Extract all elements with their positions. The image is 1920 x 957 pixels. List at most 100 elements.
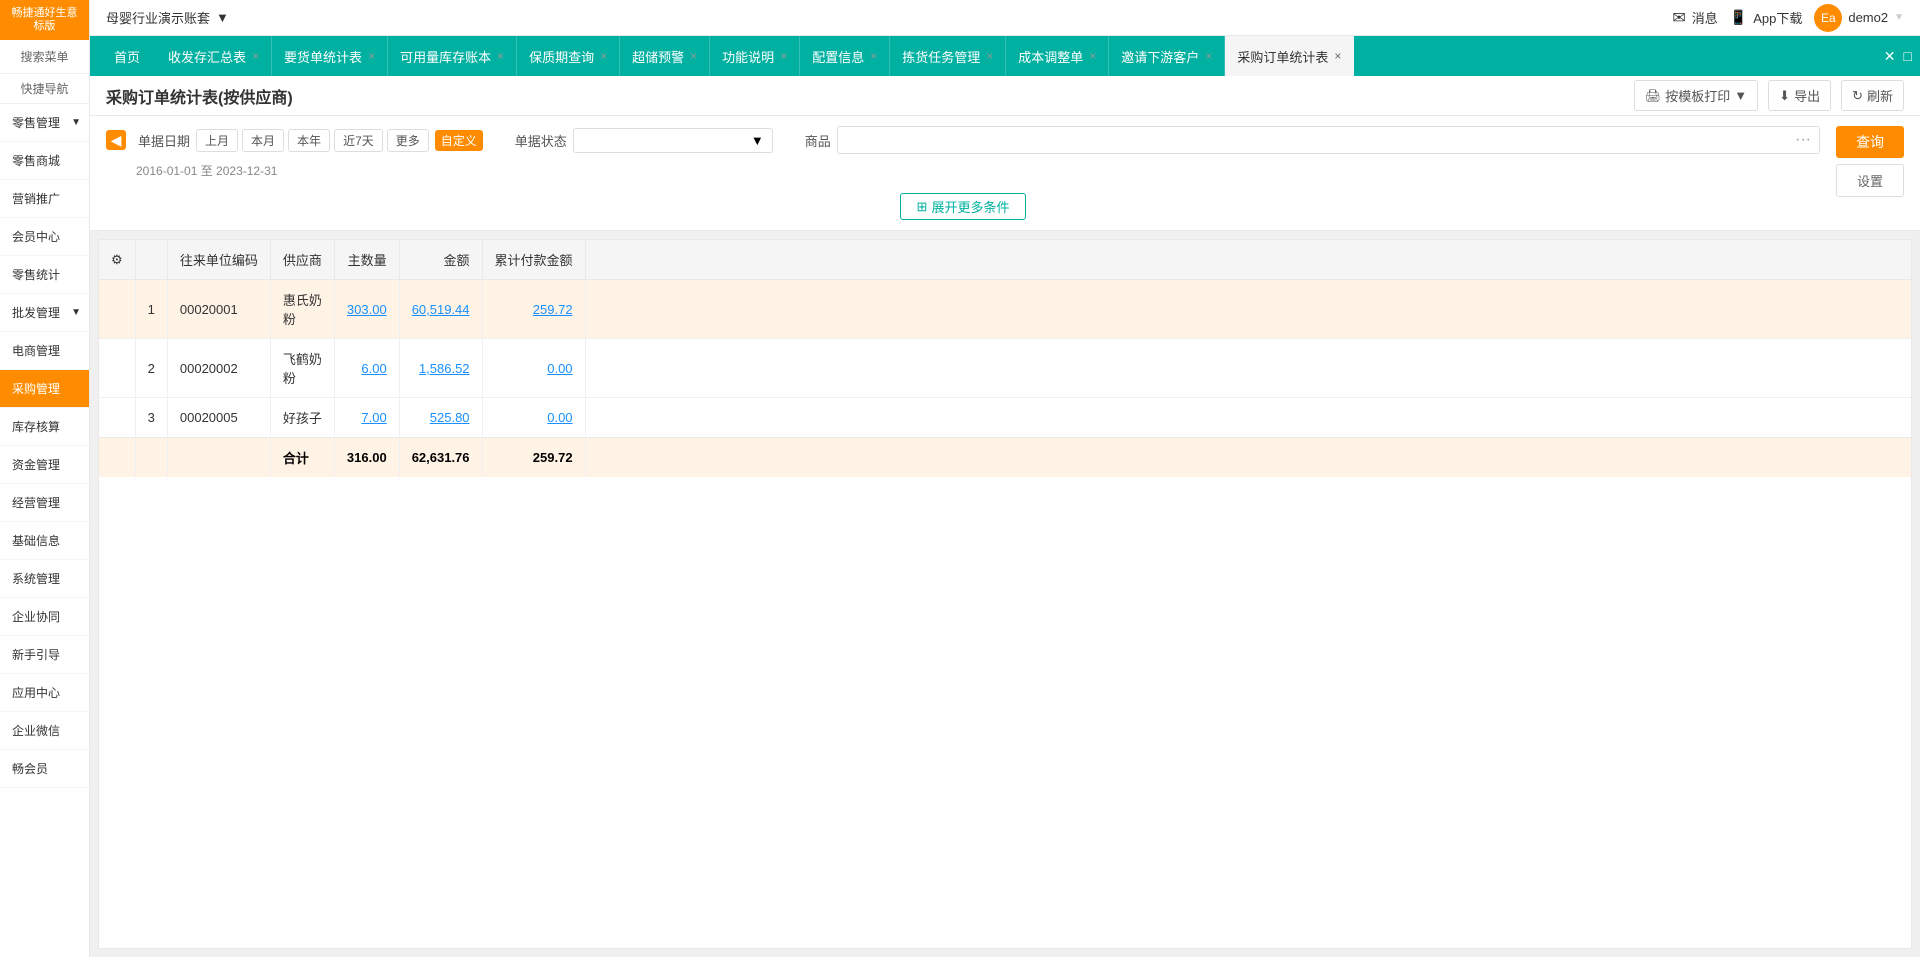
nav-tab-invite-customer[interactable]: 邀请下游客户× [1109, 36, 1225, 76]
sidebar-item-inventory[interactable]: 库存核算 [0, 408, 89, 446]
tab-close-requisition[interactable]: × [368, 50, 375, 62]
sidebar-item-app-center[interactable]: 应用中心 [0, 674, 89, 712]
sidebar-item-finance[interactable]: 资金管理 [0, 446, 89, 484]
row-paid[interactable]: 0.00 [482, 339, 585, 398]
sidebar-items-list: 零售管理▼零售商城营销推广会员中心零售统计批发管理▼电商管理采购管理库存核算资金… [0, 104, 89, 788]
date-range-display: 2016-01-01 至 2023-12-31 [136, 162, 277, 179]
tab-close-expiry-query[interactable]: × [600, 50, 607, 62]
app-logo: 畅捷通好生意 标版 [0, 0, 89, 40]
restore-window-btn[interactable]: □ [1904, 48, 1912, 64]
row-no: 1 [135, 280, 167, 339]
sidebar-item-guide[interactable]: 新手引导 [0, 636, 89, 674]
row-paid[interactable]: 259.72 [482, 280, 585, 339]
sidebar-item-operations[interactable]: 经营管理 [0, 484, 89, 522]
sidebar-item-basic-info[interactable]: 基础信息 [0, 522, 89, 560]
date-btn-this-year[interactable]: 本年 [288, 129, 330, 152]
tab-close-config-info[interactable]: × [870, 50, 877, 62]
date-custom-badge[interactable]: 自定义 [435, 130, 483, 151]
nav-tab-func-desc[interactable]: 功能说明× [710, 36, 800, 76]
close-window-btn[interactable]: ✕ [1884, 48, 1896, 65]
table-col-gear[interactable]: ⚙ [99, 240, 135, 280]
tab-close-cost-adjust[interactable]: × [1089, 50, 1096, 62]
sidebar-item-enterprise[interactable]: 企业协同 [0, 598, 89, 636]
tab-close-collect-pay[interactable]: × [252, 50, 259, 62]
sidebar-item-retail-mall[interactable]: 零售商城 [0, 142, 89, 180]
filter-collapse-button[interactable]: ◀ [106, 130, 126, 150]
settings-button[interactable]: 设置 [1836, 164, 1904, 197]
sidebar-item-member-center[interactable]: 会员中心 [0, 218, 89, 256]
nav-tab-home[interactable]: 首页 [98, 36, 156, 76]
goods-filter-group: 商品 ··· [805, 126, 1820, 154]
filter-panel: ◀ 单据日期 上月 本月 本年 近7天 更多 自定义 单据状态 [90, 116, 1920, 231]
table-col-paid: 累计付款金额 [482, 240, 585, 280]
row-amount[interactable]: 1,586.52 [399, 339, 482, 398]
nav-tab-config-info[interactable]: 配置信息× [800, 36, 890, 76]
date-btn-7days[interactable]: 近7天 [334, 129, 383, 152]
workspace-bar: 母婴行业演示账套 ▼ ✉ 消息 📱 App下载 Ea demo2 ▼ [90, 0, 1920, 36]
sidebar-item-vip[interactable]: 畅会员 [0, 750, 89, 788]
status-filter-group: 单据状态 ▼ [515, 128, 773, 153]
goods-input[interactable] [846, 133, 1791, 148]
nav-tab-overstock[interactable]: 超储预警× [620, 36, 710, 76]
nav-tab-requisition[interactable]: 要货单统计表× [272, 36, 388, 76]
nav-tab-cost-adjust[interactable]: 成本调整单× [1006, 36, 1109, 76]
nav-tab-collect-pay[interactable]: 收发存汇总表× [156, 36, 272, 76]
row-qty[interactable]: 7.00 [334, 398, 399, 438]
row-qty[interactable]: 6.00 [334, 339, 399, 398]
table-header-row: ⚙ 往来单位编码 供应商 主数量 金额 累计付款金额 [99, 240, 1911, 280]
top-nav-tabs-bar: 首页 收发存汇总表×要货单统计表×可用量库存账本×保质期查询×超储预警×功能说明… [90, 36, 1920, 76]
tab-close-inventory-ledger[interactable]: × [497, 50, 504, 62]
table-col-amount: 金额 [399, 240, 482, 280]
sidebar-item-system[interactable]: 系统管理 [0, 560, 89, 598]
nav-tab-inventory-ledger[interactable]: 可用量库存账本× [388, 36, 517, 76]
row-supplier: 飞鹤奶粉 [270, 339, 334, 398]
sidebar-item-marketing[interactable]: 营销推广 [0, 180, 89, 218]
refresh-button[interactable]: ↻ 刷新 [1841, 80, 1904, 111]
user-avatar-area[interactable]: Ea demo2 ▼ [1814, 4, 1904, 32]
date-btn-last-month[interactable]: 上月 [196, 129, 238, 152]
page-header: 采购订单统计表(按供应商) 🖨 按模板打印 ▼ ⬇ 导出 ↻ 刷新 [90, 76, 1920, 116]
table-col-extra [585, 240, 1911, 280]
sidebar-search[interactable]: 搜索菜单 [0, 40, 89, 74]
tab-close-invite-customer[interactable]: × [1205, 50, 1212, 62]
row-amount[interactable]: 60,519.44 [399, 280, 482, 339]
nav-tab-expiry-query[interactable]: 保质期查询× [517, 36, 620, 76]
template-print-button[interactable]: 🖨 按模板打印 ▼ [1634, 80, 1758, 111]
sidebar-item-wholesale[interactable]: 批发管理▼ [0, 294, 89, 332]
tab-close-purchase-stats[interactable]: × [1334, 50, 1341, 62]
row-paid[interactable]: 0.00 [482, 398, 585, 438]
tab-close-pick-task[interactable]: × [986, 50, 993, 62]
table-col-unit-code: 往来单位编码 [167, 240, 270, 280]
row-qty[interactable]: 303.00 [334, 280, 399, 339]
user-avatar: Ea [1814, 4, 1842, 32]
status-select[interactable]: ▼ [573, 128, 773, 153]
message-btn[interactable]: ✉ 消息 [1672, 8, 1717, 28]
sidebar-item-retail-stats[interactable]: 零售统计 [0, 256, 89, 294]
purchase-stats-table: ⚙ 往来单位编码 供应商 主数量 金额 累计付款金额 100020001惠氏奶粉… [99, 240, 1911, 477]
row-supplier: 好孩子 [270, 398, 334, 438]
app-download-btn[interactable]: 📱 App下载 [1730, 8, 1803, 27]
tab-close-func-desc[interactable]: × [780, 50, 787, 62]
row-supplier: 惠氏奶粉 [270, 280, 334, 339]
sidebar-quick-nav[interactable]: 快捷导航 [0, 74, 89, 104]
goods-more-button[interactable]: ··· [1795, 131, 1811, 149]
sidebar-item-ecommerce[interactable]: 电商管理 [0, 332, 89, 370]
tab-close-overstock[interactable]: × [690, 50, 697, 62]
table-row: 300020005好孩子7.00525.800.00 [99, 398, 1911, 438]
expand-more-conditions-button[interactable]: ⊞ 展开更多条件 [900, 193, 1027, 220]
table-row: 200020002飞鹤奶粉6.001,586.520.00 [99, 339, 1911, 398]
workspace-selector[interactable]: 母婴行业演示账套 ▼ [106, 8, 229, 27]
sidebar-item-retail-manage[interactable]: 零售管理▼ [0, 104, 89, 142]
query-button[interactable]: 查询 [1836, 126, 1904, 158]
main-content: 母婴行业演示账套 ▼ ✉ 消息 📱 App下载 Ea demo2 ▼ 首页 [90, 0, 1920, 957]
goods-input-wrap: ··· [837, 126, 1820, 154]
table-row: 100020001惠氏奶粉303.0060,519.44259.72 [99, 280, 1911, 339]
export-button[interactable]: ⬇ 导出 [1768, 80, 1831, 111]
row-amount[interactable]: 525.80 [399, 398, 482, 438]
sidebar-item-purchase[interactable]: 采购管理 [0, 370, 89, 408]
nav-tab-purchase-stats[interactable]: 采购订单统计表× [1225, 36, 1354, 76]
date-btn-this-month[interactable]: 本月 [242, 129, 284, 152]
date-btn-more[interactable]: 更多 [387, 129, 429, 152]
sidebar-item-wechat[interactable]: 企业微信 [0, 712, 89, 750]
nav-tab-pick-task[interactable]: 拣货任务管理× [890, 36, 1006, 76]
